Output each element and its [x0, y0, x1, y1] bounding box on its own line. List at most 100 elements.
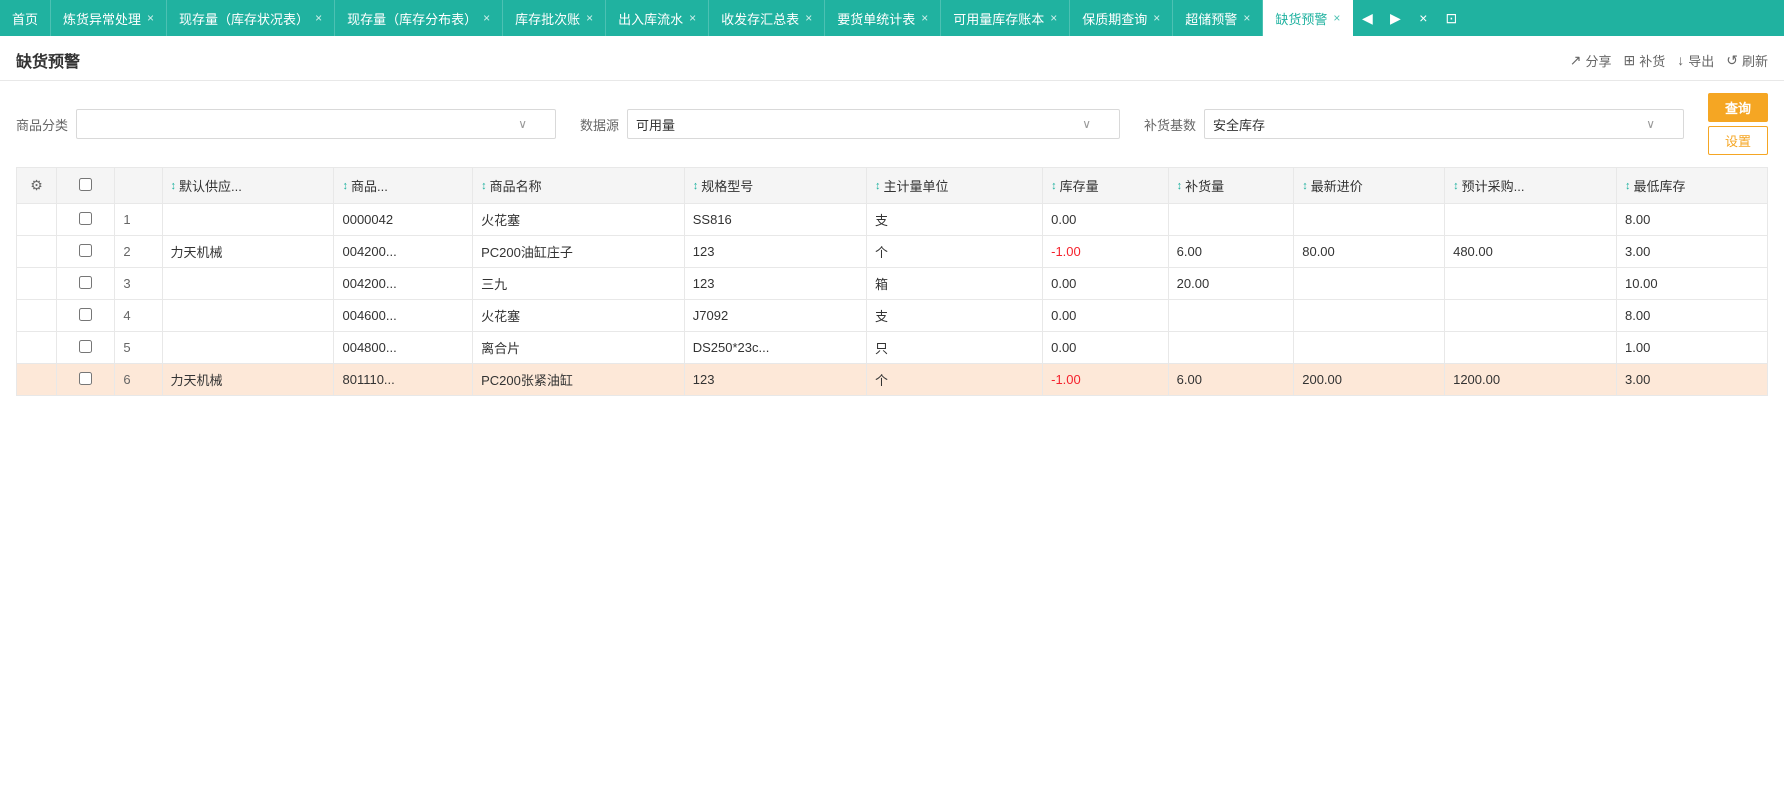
row-unit: 个 [866, 364, 1042, 396]
th-product-code-sort-icon: ↕ [342, 180, 348, 192]
row-product-name: PC200油缸庄子 [473, 236, 685, 268]
row-checkbox[interactable] [79, 308, 92, 321]
row-default-supplier [162, 300, 334, 332]
row-estimated-purchase [1445, 204, 1617, 236]
row-checkbox[interactable] [79, 244, 92, 257]
row-latest-price [1294, 332, 1445, 364]
row-checkbox[interactable] [79, 212, 92, 225]
th-min-stock[interactable]: ↕ 最低库存 [1617, 168, 1768, 204]
tab-inventory-dist-close[interactable]: × [483, 11, 490, 25]
row-checkbox[interactable] [79, 372, 92, 385]
tab-home[interactable]: 首页 [0, 0, 51, 36]
tab-inventory-status-close[interactable]: × [315, 11, 322, 25]
th-product-name[interactable]: ↕ 商品名称 [473, 168, 685, 204]
row-estimated-purchase [1445, 268, 1617, 300]
tab-nav-prev[interactable]: ◀ [1353, 0, 1381, 36]
table-row: 6力天机械801110...PC200张紧油缸123个-1.006.00200.… [17, 364, 1768, 396]
th-latest-price[interactable]: ↕ 最新进价 [1294, 168, 1445, 204]
refresh-button[interactable]: ↺ 刷新 [1726, 51, 1768, 70]
tab-batch-account[interactable]: 库存批次账 × [503, 0, 606, 36]
select-all-checkbox[interactable] [79, 178, 92, 191]
row-checkbox[interactable] [79, 276, 92, 289]
tab-home-label: 首页 [12, 9, 38, 28]
tab-requisition-stat-close[interactable]: × [921, 11, 928, 25]
tab-batch-account-label: 库存批次账 [515, 9, 580, 28]
category-chevron-icon: ∨ [518, 117, 527, 131]
th-gear[interactable]: ⚙ [17, 168, 57, 204]
tab-in-out-flow[interactable]: 出入库流水 × [606, 0, 709, 36]
tab-batch-account-close[interactable]: × [586, 11, 593, 25]
row-replenish-qty [1168, 332, 1294, 364]
tab-abnormal-close[interactable]: × [147, 11, 154, 25]
row-replenish-qty [1168, 204, 1294, 236]
replenish-base-chevron-icon: ∨ [1646, 117, 1655, 131]
tab-in-out-flow-close[interactable]: × [689, 11, 696, 25]
row-checkbox-cell[interactable] [57, 300, 115, 332]
row-checkbox-cell[interactable] [57, 364, 115, 396]
row-latest-price [1294, 204, 1445, 236]
tab-expiry-query-close[interactable]: × [1153, 11, 1160, 25]
row-estimated-purchase: 480.00 [1445, 236, 1617, 268]
tab-expiry-query[interactable]: 保质期查询 × [1070, 0, 1173, 36]
row-estimated-purchase [1445, 300, 1617, 332]
export-button[interactable]: ↓ 导出 [1677, 51, 1714, 70]
tab-inventory-dist[interactable]: 现存量（库存分布表） × [335, 0, 503, 36]
replenish-base-select[interactable]: 安全库存 ∨ [1204, 109, 1684, 139]
tab-receive-summary[interactable]: 收发存汇总表 × [709, 0, 825, 36]
settings-button[interactable]: 设置 [1708, 126, 1768, 155]
tab-nav-close[interactable]: × [1409, 0, 1437, 36]
row-checkbox[interactable] [79, 340, 92, 353]
tab-shortage-warning[interactable]: 缺货预警 × [1263, 0, 1353, 36]
row-replenish-qty: 20.00 [1168, 268, 1294, 300]
row-checkbox-cell[interactable] [57, 204, 115, 236]
th-product-code[interactable]: ↕ 商品... [334, 168, 473, 204]
row-product-name: 离合片 [473, 332, 685, 364]
th-default-supplier[interactable]: ↕ 默认供应... [162, 168, 334, 204]
row-checkbox-cell[interactable] [57, 236, 115, 268]
row-inventory: 0.00 [1043, 300, 1169, 332]
gear-icon[interactable]: ⚙ [27, 176, 47, 196]
tab-nav-expand[interactable]: ⊡ [1437, 0, 1465, 36]
row-checkbox-cell[interactable] [57, 332, 115, 364]
th-spec[interactable]: ↕ 规格型号 [684, 168, 866, 204]
tab-available-ledger-close[interactable]: × [1050, 11, 1057, 25]
tab-available-ledger[interactable]: 可用量库存账本 × [941, 0, 1070, 36]
tab-inventory-status[interactable]: 现存量（库存状况表） × [167, 0, 335, 36]
table-row: 10000042火花塞SS816支0.008.00 [17, 204, 1768, 236]
th-checkbox[interactable] [57, 168, 115, 204]
replenish-button[interactable]: ⊞ 补货 [1623, 51, 1665, 70]
tab-overstock-warning-close[interactable]: × [1243, 11, 1250, 25]
tab-receive-summary-close[interactable]: × [805, 11, 812, 25]
filter-item-datasource: 数据源 可用量 ∨ [580, 109, 1120, 139]
table-header-row: ⚙ ↕ 默认供应... ↕ 商 [17, 168, 1768, 204]
datasource-select[interactable]: 可用量 ∨ [627, 109, 1120, 139]
row-checkbox-cell[interactable] [57, 268, 115, 300]
th-unit[interactable]: ↕ 主计量单位 [866, 168, 1042, 204]
datasource-label: 数据源 [580, 115, 619, 134]
share-button[interactable]: ↗ 分享 [1570, 51, 1612, 70]
row-seq: 5 [115, 332, 162, 364]
row-inventory: -1.00 [1043, 236, 1169, 268]
tab-expiry-query-label: 保质期查询 [1082, 9, 1147, 28]
table-row: 4004600...火花塞J7092支0.008.00 [17, 300, 1768, 332]
th-estimated-purchase[interactable]: ↕ 预计采购... [1445, 168, 1617, 204]
th-latest-price-sort-icon: ↕ [1302, 180, 1308, 192]
replenish-base-label: 补货基数 [1144, 115, 1196, 134]
th-inventory[interactable]: ↕ 库存量 [1043, 168, 1169, 204]
table-row: 2力天机械004200...PC200油缸庄子123个-1.006.0080.0… [17, 236, 1768, 268]
tab-abnormal[interactable]: 炼货异常处理 × [51, 0, 167, 36]
tab-nav-next[interactable]: ▶ [1381, 0, 1409, 36]
row-inventory: 0.00 [1043, 268, 1169, 300]
category-select[interactable]: ∨ [76, 109, 556, 139]
tab-requisition-stat[interactable]: 要货单统计表 × [825, 0, 941, 36]
row-seq: 4 [115, 300, 162, 332]
row-gear-cell [17, 268, 57, 300]
th-replenish-qty[interactable]: ↕ 补货量 [1168, 168, 1294, 204]
tab-overstock-warning[interactable]: 超储预警 × [1173, 0, 1263, 36]
row-gear-cell [17, 204, 57, 236]
row-unit: 支 [866, 300, 1042, 332]
query-button[interactable]: 查询 [1708, 93, 1768, 122]
row-inventory: 0.00 [1043, 332, 1169, 364]
tab-shortage-warning-close[interactable]: × [1333, 11, 1340, 25]
row-unit: 支 [866, 204, 1042, 236]
